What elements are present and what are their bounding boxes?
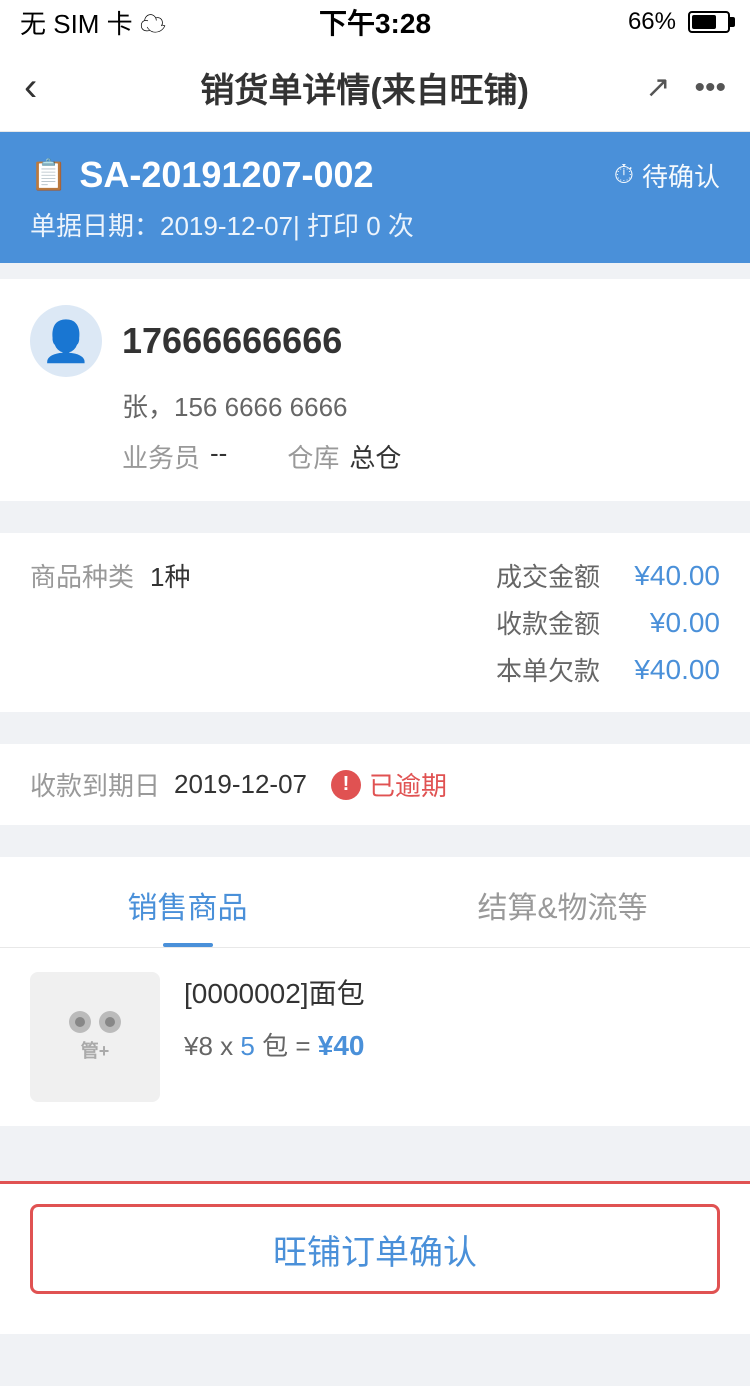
kind-value: 1种 <box>150 557 190 594</box>
tab-settlement[interactable]: 结算&物流等 <box>375 857 750 947</box>
amount-value-2: ¥40.00 <box>620 654 720 686</box>
product-name: [0000002]面包 <box>184 972 720 1012</box>
kind-label: 商品种类 <box>30 557 134 594</box>
owl-text: 管+ <box>81 1037 110 1063</box>
share-icon[interactable]: ↗ <box>645 70 670 105</box>
divider-2 <box>0 517 750 533</box>
sales-label: 业务员 <box>122 438 200 475</box>
customer-card: 👤 17666666666 张，156 6666 6666 业务员 -- 仓库 … <box>0 279 750 501</box>
warehouse-label: 仓库 <box>287 438 339 475</box>
price-separator: x <box>220 1031 240 1061</box>
amount-value-0: ¥40.00 <box>620 560 720 592</box>
tabs-container: 销售商品 结算&物流等 <box>0 857 750 948</box>
confirm-order-button[interactable]: 旺铺订单确认 <box>30 1204 720 1294</box>
due-label: 收款到期日 <box>30 766 160 803</box>
battery-percent: 66% <box>628 8 676 36</box>
price-total: ¥40 <box>318 1030 365 1061</box>
overdue-badge: ! 已逾期 <box>331 766 447 803</box>
tabs: 销售商品 结算&物流等 <box>0 857 750 948</box>
nav-bar: ‹ 销货单详情(来自旺铺) ↗ ••• <box>0 44 750 132</box>
nav-actions: ↗ ••• <box>645 70 726 105</box>
warehouse-value: 总仓 <box>349 438 401 475</box>
divider-4 <box>0 841 750 857</box>
owl-left-eye <box>69 1011 91 1033</box>
due-date: 2019-12-07 <box>174 769 307 800</box>
user-icon: 👤 <box>41 318 91 365</box>
order-id: 📋 SA-20191207-002 <box>30 154 374 196</box>
order-icon: 📋 <box>30 158 67 193</box>
divider-1 <box>0 263 750 279</box>
amount-value-1: ¥0.00 <box>620 607 720 639</box>
product-section: 管+ [0000002]面包 ¥8 x 5 包 = ¥40 <box>0 948 750 1126</box>
price-qty: 5 <box>240 1031 254 1061</box>
amount-label-1: 收款金额 <box>496 604 600 641</box>
amounts: 成交金额 ¥40.00 收款金额 ¥0.00 本单欠款 ¥40.00 <box>496 557 720 688</box>
confirm-btn-container: 旺铺订单确认 <box>0 1181 750 1334</box>
product-price-row: ¥8 x 5 包 = ¥40 <box>184 1026 720 1063</box>
customer-phone: 17666666666 <box>122 320 342 362</box>
price-unit: ¥8 <box>184 1031 213 1061</box>
amount-label-0: 成交金额 <box>496 557 600 594</box>
customer-meta: 业务员 -- 仓库 总仓 <box>122 438 720 475</box>
sales-value: -- <box>210 438 227 475</box>
customer-name: 张，156 6666 6666 <box>122 387 720 424</box>
summary-card: 商品种类 1种 成交金额 ¥40.00 收款金额 ¥0.00 本单欠款 ¥40.… <box>0 533 750 712</box>
product-image: 管+ <box>69 1011 121 1063</box>
amount-label-2: 本单欠款 <box>496 651 600 688</box>
product-thumbnail: 管+ <box>30 972 160 1102</box>
avatar: 👤 <box>30 305 102 377</box>
product-info: [0000002]面包 ¥8 x 5 包 = ¥40 <box>184 972 720 1063</box>
overdue-icon: ! <box>331 770 361 800</box>
status-signal: 无 SIM 卡 ☁ <box>20 4 166 41</box>
status-right: 66% <box>628 8 730 36</box>
status-time: 下午3:28 <box>319 2 431 42</box>
clock-icon: ⏱ <box>614 159 634 191</box>
divider-3 <box>0 728 750 744</box>
price-equals: = <box>295 1031 317 1061</box>
product-item: 管+ [0000002]面包 ¥8 x 5 包 = ¥40 <box>30 972 720 1102</box>
status-bar: 无 SIM 卡 ☁ 下午3:28 66% <box>0 0 750 44</box>
battery-icon <box>688 11 730 33</box>
order-status: ⏱ 待确认 <box>614 157 720 194</box>
order-date: 单据日期：2019-12-07| 打印 0 次 <box>30 206 720 243</box>
overdue-text: 已逾期 <box>369 766 447 803</box>
due-date-card: 收款到期日 2019-12-07 ! 已逾期 <box>0 744 750 825</box>
more-icon[interactable]: ••• <box>694 71 726 105</box>
back-button[interactable]: ‹ <box>24 65 84 110</box>
price-unit-label: 包 <box>262 1031 288 1061</box>
page-title: 销货单详情(来自旺铺) <box>84 63 645 112</box>
tab-sales-products[interactable]: 销售商品 <box>0 857 375 947</box>
order-header: 📋 SA-20191207-002 ⏱ 待确认 单据日期：2019-12-07|… <box>0 132 750 263</box>
owl-right-eye <box>99 1011 121 1033</box>
